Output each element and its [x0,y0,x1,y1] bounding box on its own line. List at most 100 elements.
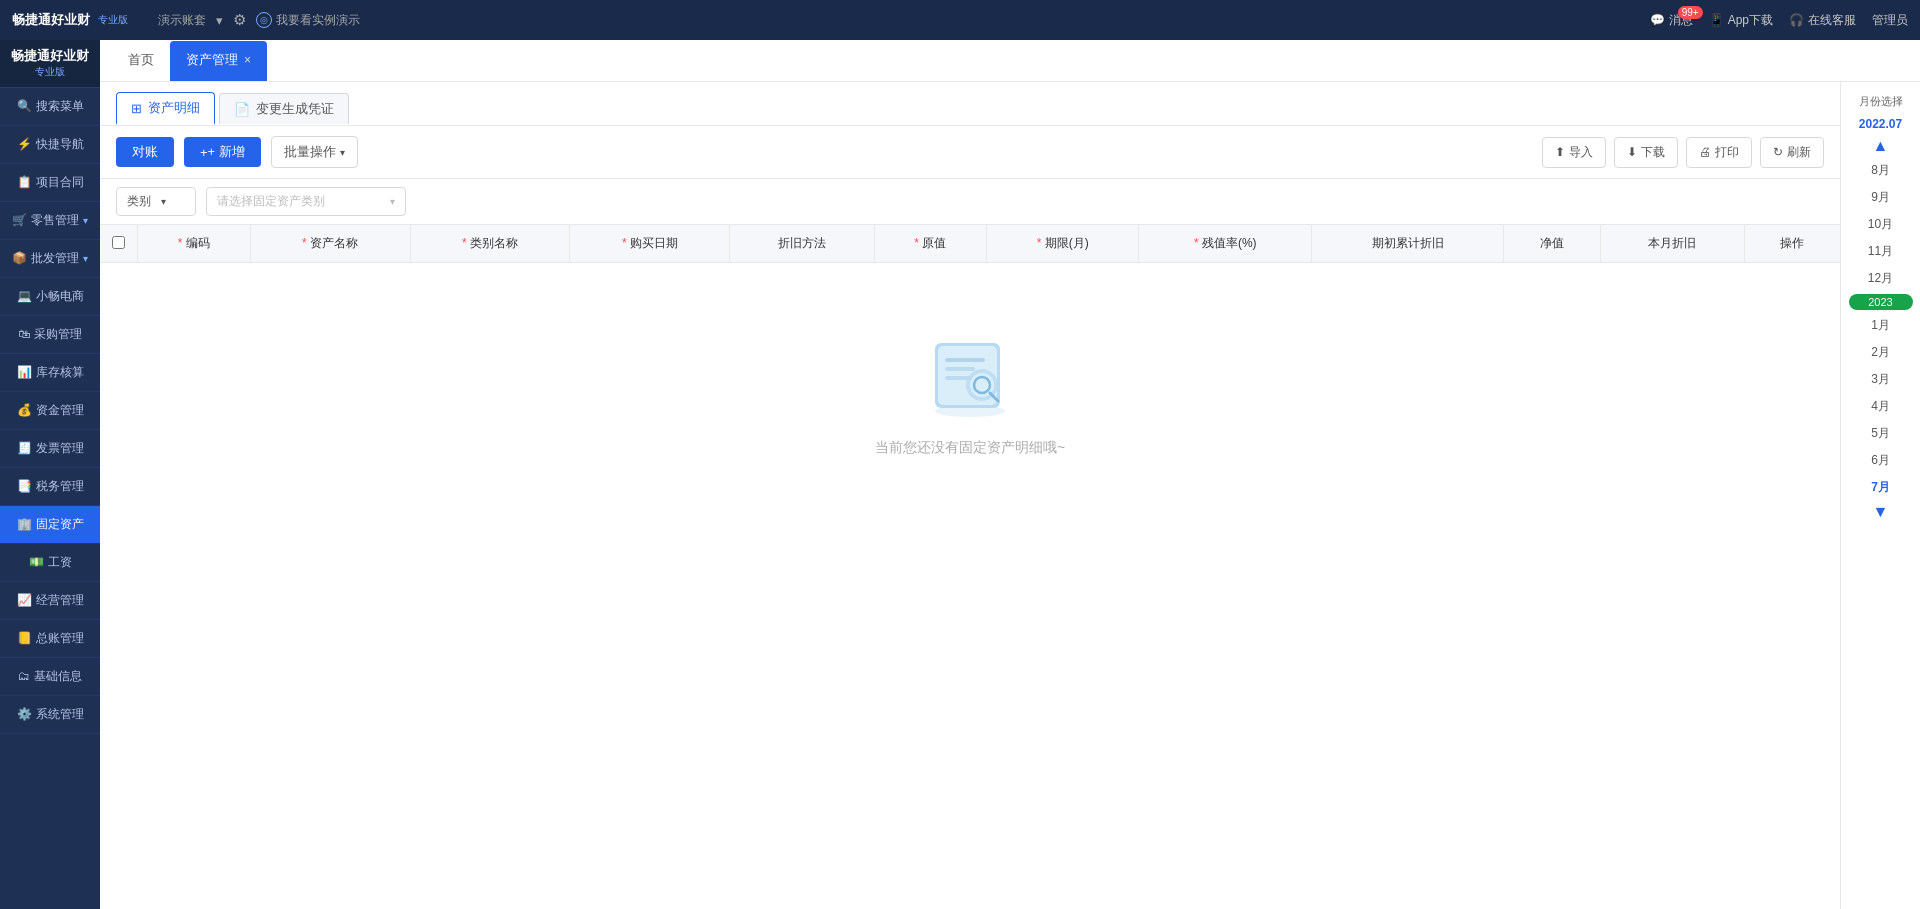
page-content: ⊞ 资产明细 📄 变更生成凭证 对账 + + 新增 [100,82,1920,909]
sidebar: 畅捷通好业财 专业版 🔍 搜索菜单 ⚡ 快捷导航 📋 项目合同 🛒 零售管理 ▾… [0,40,100,909]
col-original-value: 原值 [874,225,987,263]
sidebar-item-purchase[interactable]: 🛍 采购管理 [0,316,100,354]
settings-icon[interactable]: ⚙ [233,11,246,29]
sidebar-item-invoice[interactable]: 🧾 发票管理 [0,430,100,468]
tax-icon: 📑 [17,479,32,493]
retail-arrow: ▾ [83,215,88,226]
sidebar-label-invoice: 发票管理 [36,440,84,457]
brand-title: 畅捷通好业财 [12,11,90,29]
sidebar-label-operations: 经营管理 [36,592,84,609]
col-depreciation-method: 折旧方法 [730,225,874,263]
ecommerce-icon: 💻 [17,289,32,303]
sidebar-item-retail[interactable]: 🛒 零售管理 ▾ [0,202,100,240]
sidebar-item-finance[interactable]: 💰 资金管理 [0,392,100,430]
month-up-button[interactable]: ▲ [1873,135,1889,157]
table-area: 编码 资产名称 类别名称 购买日期 折旧方法 原值 期限(月) 残值率(%) 期… [100,225,1840,909]
sidebar-item-project[interactable]: 📋 项目合同 [0,164,100,202]
category-input[interactable]: 请选择固定资产类别 ▾ [206,187,406,216]
project-icon: 📋 [17,175,32,189]
tab-asset-management[interactable]: 资产管理 × [170,41,267,81]
year-2023-badge[interactable]: 2023 [1849,294,1913,310]
sidebar-item-system[interactable]: ⚙️ 系统管理 [0,696,100,734]
col-monthly-dep: 本月折旧 [1600,225,1744,263]
month-item-8[interactable]: 8月 [1849,157,1913,184]
assets-table: 编码 资产名称 类别名称 购买日期 折旧方法 原值 期限(月) 残值率(%) 期… [100,225,1840,263]
print-label: 打印 [1715,144,1739,161]
sidebar-item-ledger[interactable]: 📒 总账管理 [0,620,100,658]
tab-home-label: 首页 [128,52,154,67]
demo-text: 我要看实例演示 [276,12,360,29]
tab-close-icon[interactable]: × [244,53,251,67]
category-arrow-icon: ▾ [161,196,166,207]
add-button[interactable]: + + 新增 [184,137,261,167]
sidebar-item-fixed-assets[interactable]: 🏢 固定资产 [0,506,100,544]
tab-bar: 首页 资产管理 × [100,40,1920,82]
refresh-button[interactable]: ↻ 刷新 [1760,137,1824,168]
svg-rect-3 [945,358,985,362]
toolbar: 对账 + + 新增 批量操作 ▾ ⬆ 导入 [100,126,1840,179]
download-button[interactable]: ⬇ 下载 [1614,137,1678,168]
checkbox-header[interactable] [100,225,138,263]
content-area: 首页 资产管理 × ⊞ 资产明细 📄 变更生成凭证 [100,40,1920,909]
month-item-3[interactable]: 3月 [1849,366,1913,393]
month-item-10[interactable]: 10月 [1849,211,1913,238]
fixed-assets-icon: 🏢 [17,517,32,531]
sidebar-label-purchase: 采购管理 [34,326,82,343]
user-name[interactable]: 管理员 [1872,12,1908,29]
change-voucher-icon: 📄 [234,102,250,117]
month-item-2[interactable]: 2月 [1849,339,1913,366]
month-panel: 月份选择 2022.07 ▲ 8月 9月 10月 11月 12月 202 [1840,82,1920,909]
category-select[interactable]: 类别 ▾ [116,187,196,216]
month-item-7-selected[interactable]: 7月 [1849,474,1913,501]
sidebar-item-quicknav[interactable]: ⚡ 快捷导航 [0,126,100,164]
sidebar-item-salary[interactable]: 💵 工资 [0,544,100,582]
month-item-11[interactable]: 11月 [1849,238,1913,265]
demo-link[interactable]: ◎ 我要看实例演示 [256,12,360,29]
sidebar-label-fixed-assets: 固定资产 [36,516,84,533]
current-year-month: 2022.07 [1859,113,1902,135]
sidebar-item-basic-info[interactable]: 🗂 基础信息 [0,658,100,696]
month-item-5[interactable]: 5月 [1849,420,1913,447]
import-button[interactable]: ⬆ 导入 [1542,137,1606,168]
tab-home[interactable]: 首页 [112,41,170,81]
col-term: 期限(月) [987,225,1139,263]
batch-button[interactable]: 批量操作 ▾ [271,136,358,168]
quicknav-icon: ⚡ [17,137,32,151]
month-item-12[interactable]: 12月 [1849,265,1913,292]
dropdown-icon[interactable]: ▾ [216,13,223,28]
refresh-label: 刷新 [1787,144,1811,161]
sidebar-brand: 畅捷通好业财 专业版 [0,40,100,88]
input-placeholder: 请选择固定资产类别 [217,193,325,210]
sidebar-item-search[interactable]: 🔍 搜索菜单 [0,88,100,126]
print-button[interactable]: 🖨 打印 [1686,137,1752,168]
system-icon: ⚙️ [17,707,32,721]
sidebar-label-retail: 零售管理 [31,212,79,229]
operations-icon: 📈 [17,593,32,607]
col-code: 编码 [138,225,251,263]
sub-tab-asset-detail[interactable]: ⊞ 资产明细 [116,92,215,125]
main-layout: 畅捷通好业财 专业版 🔍 搜索菜单 ⚡ 快捷导航 📋 项目合同 🛒 零售管理 ▾… [0,40,1920,909]
brand-edition: 专业版 [6,65,94,79]
select-all-checkbox[interactable] [112,236,125,249]
reconcile-button[interactable]: 对账 [116,137,174,167]
sidebar-item-inventory[interactable]: 📊 库存核算 [0,354,100,392]
purchase-icon: 🛍 [18,327,30,341]
sidebar-label-wholesale: 批发管理 [31,250,79,267]
sidebar-item-wholesale[interactable]: 📦 批发管理 ▾ [0,240,100,278]
download-icon: ⬇ [1627,145,1637,159]
import-icon: ⬆ [1555,145,1565,159]
month-down-button[interactable]: ▼ [1873,501,1889,523]
online-service-button[interactable]: 🎧 在线客服 [1789,12,1856,29]
sidebar-item-operations[interactable]: 📈 经营管理 [0,582,100,620]
filter-bar: 类别 ▾ 请选择固定资产类别 ▾ [100,179,1840,225]
message-button[interactable]: 💬 消息 99+ [1650,12,1693,29]
app-download-button[interactable]: 📱 App下载 [1709,12,1773,29]
sidebar-item-ecommerce[interactable]: 💻 小畅电商 [0,278,100,316]
month-item-1[interactable]: 1月 [1849,312,1913,339]
app-download-label: App下载 [1728,12,1773,29]
month-item-6[interactable]: 6月 [1849,447,1913,474]
month-item-4[interactable]: 4月 [1849,393,1913,420]
sub-tab-change-voucher[interactable]: 📄 变更生成凭证 [219,93,349,124]
month-item-9[interactable]: 9月 [1849,184,1913,211]
sidebar-item-tax[interactable]: 📑 税务管理 [0,468,100,506]
